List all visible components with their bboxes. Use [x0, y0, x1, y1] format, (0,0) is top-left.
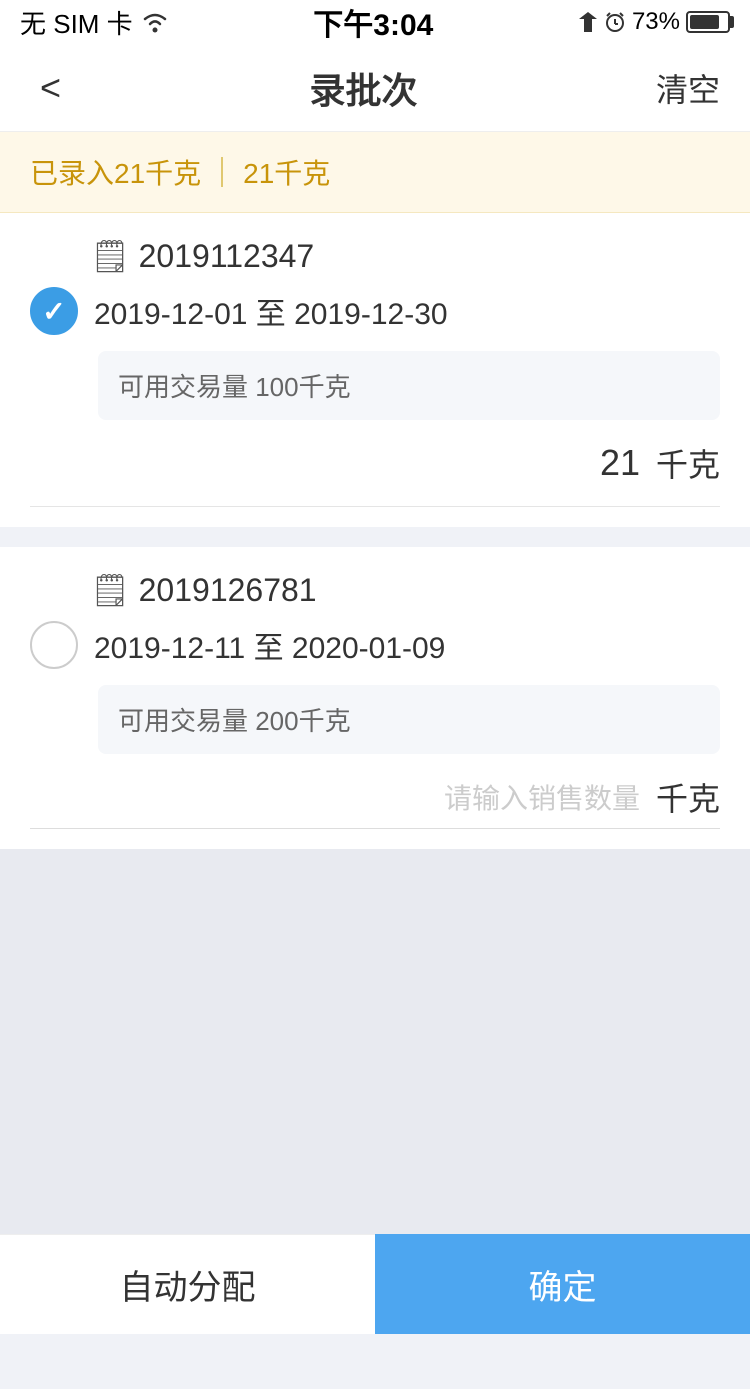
batch1-available: 可用交易量 100千克: [98, 351, 720, 420]
batch1-id-row: 🗒 2019112347: [90, 237, 720, 275]
back-button[interactable]: <: [30, 57, 71, 119]
batch1-date-row[interactable]: 2019-12-01 至 2019-12-30: [30, 287, 720, 335]
batch2-date: 2019-12-11 至 2020-01-09: [94, 623, 445, 667]
auto-distribute-button[interactable]: 自动分配: [0, 1234, 375, 1334]
carrier-text: 无 SIM 卡: [20, 4, 133, 41]
recorded-label: 已录入21千克: [30, 152, 201, 192]
batch1-radio[interactable]: [30, 287, 78, 335]
batch2-input-divider: [30, 828, 720, 829]
page-title: 录批次: [310, 62, 418, 114]
batch1-unit: 千克: [656, 440, 720, 486]
confirm-button[interactable]: 确定: [375, 1234, 750, 1334]
status-carrier: 无 SIM 卡: [20, 4, 169, 41]
batch2-date-row[interactable]: 2019-12-11 至 2020-01-09: [30, 621, 720, 669]
batch1-divider: [30, 506, 720, 507]
clear-button[interactable]: 清空: [656, 65, 720, 111]
batch-card-2: 🗒 2019126781 2019-12-11 至 2020-01-09 可用交…: [0, 547, 750, 849]
batch2-input-row[interactable]: 请输入销售数量 千克: [0, 754, 750, 820]
alarm-icon: [604, 11, 626, 33]
battery-icon: [686, 11, 730, 33]
summary-banner: 已录入21千克 21千克: [0, 132, 750, 213]
batch2-radio[interactable]: [30, 621, 78, 669]
battery-percentage: 73%: [632, 8, 680, 36]
batch2-id-row: 🗒 2019126781: [90, 571, 720, 609]
batch1-quantity-row: 21 千克: [0, 420, 750, 486]
location-icon: [578, 11, 598, 33]
batch1-doc-icon: 🗒: [90, 237, 131, 275]
batch1-date: 2019-12-01 至 2019-12-30: [94, 289, 448, 333]
gray-area: [0, 849, 750, 1289]
batch2-doc-icon: 🗒: [90, 571, 131, 609]
status-right: 73%: [578, 8, 730, 36]
bottom-bar: 自动分配 确定: [0, 1234, 750, 1334]
wifi-icon: [141, 11, 169, 33]
batch1-quantity-value: 21: [600, 442, 640, 484]
status-time: 下午3:04: [313, 0, 433, 44]
summary-amount: 21千克: [243, 152, 330, 192]
nav-bar: < 录批次 清空: [0, 44, 750, 132]
batch-card-1: 🗒 2019112347 2019-12-01 至 2019-12-30 可用交…: [0, 213, 750, 527]
batch2-unit: 千克: [656, 774, 720, 820]
card-separator-1: [0, 527, 750, 547]
batch2-available: 可用交易量 200千克: [98, 685, 720, 754]
batch2-id: 2019126781: [139, 572, 317, 609]
summary-divider: [221, 157, 223, 187]
batch1-id: 2019112347: [139, 238, 315, 275]
status-bar: 无 SIM 卡 下午3:04 73%: [0, 0, 750, 44]
batch2-input-placeholder: 请输入销售数量: [444, 777, 640, 817]
